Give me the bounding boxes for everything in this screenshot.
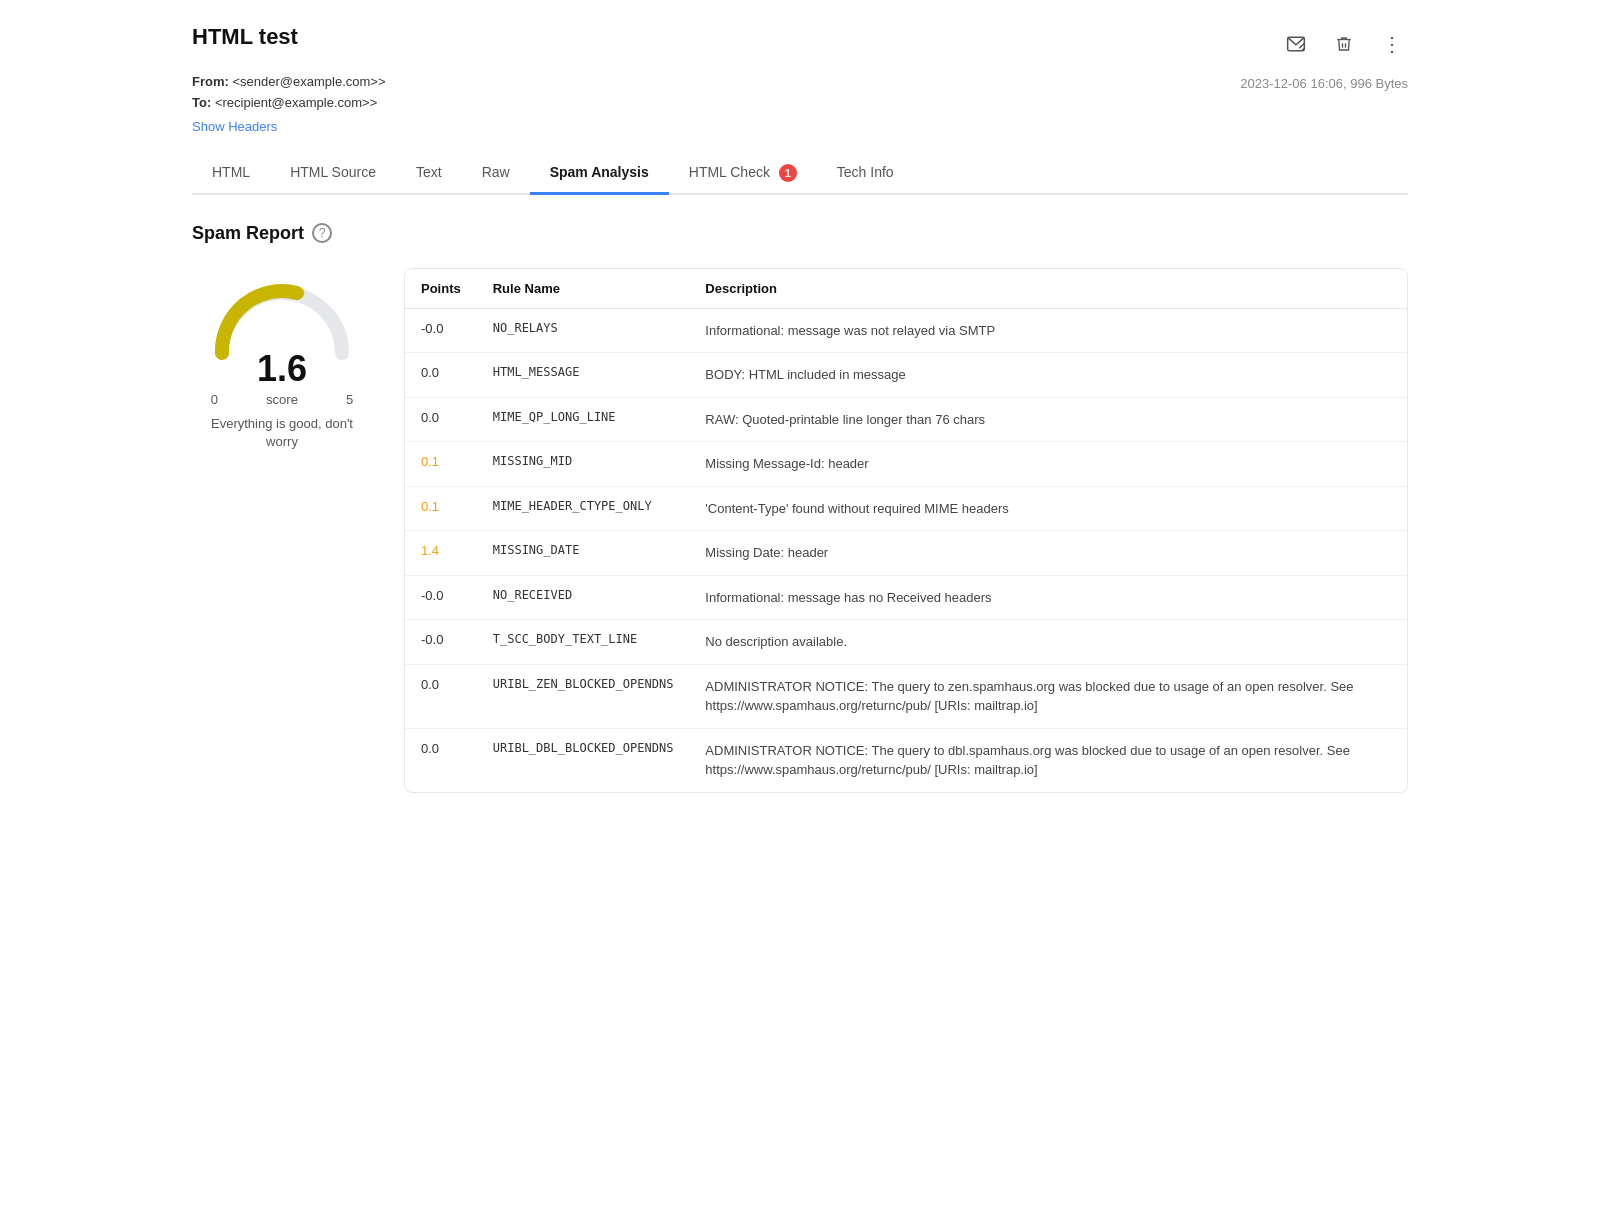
cell-points: 0.0: [405, 664, 477, 728]
delete-icon: [1335, 34, 1353, 54]
cell-description: ADMINISTRATOR NOTICE: The query to zen.s…: [689, 664, 1407, 728]
content: 1.6 0 score 5 Everything is good, don't …: [192, 268, 1408, 793]
table-row: 0.0MIME_QP_LONG_LINERAW: Quoted-printabl…: [405, 397, 1407, 442]
help-icon[interactable]: ?: [312, 223, 332, 243]
spam-table-wrapper: Points Rule Name Description -0.0NO_RELA…: [404, 268, 1408, 793]
cell-description: 'Content-Type' found without required MI…: [689, 486, 1407, 531]
to-label: To:: [192, 95, 211, 110]
cell-rule: MISSING_MID: [477, 442, 690, 487]
gauge-score-value: 1.6: [211, 348, 353, 390]
cell-rule: MISSING_DATE: [477, 531, 690, 576]
cell-points: 0.0: [405, 728, 477, 792]
cell-rule: NO_RELAYS: [477, 308, 690, 353]
cell-points: -0.0: [405, 575, 477, 620]
tab-html-check[interactable]: HTML Check 1: [669, 154, 817, 195]
cell-points: 0.1: [405, 486, 477, 531]
tabs: HTML HTML Source Text Raw Spam Analysis …: [192, 154, 1408, 195]
cell-rule: MIME_QP_LONG_LINE: [477, 397, 690, 442]
cell-description: No description available.: [689, 620, 1407, 665]
cell-rule: HTML_MESSAGE: [477, 353, 690, 398]
cell-description: Missing Date: header: [689, 531, 1407, 576]
table-row: -0.0NO_RELAYSInformational: message was …: [405, 308, 1407, 353]
table-header-row: Points Rule Name Description: [405, 269, 1407, 309]
col-points: Points: [405, 269, 477, 309]
delete-button[interactable]: [1328, 28, 1360, 60]
tab-tech-info[interactable]: Tech Info: [817, 154, 914, 195]
tab-raw[interactable]: Raw: [462, 154, 530, 195]
tab-html-source[interactable]: HTML Source: [270, 154, 396, 195]
more-button[interactable]: ⋮: [1376, 28, 1408, 60]
more-icon: ⋮: [1382, 32, 1402, 56]
gauge-max: 5: [346, 392, 353, 407]
gauge-labels: 0 score 5: [211, 392, 353, 407]
gauge-score-label: score: [266, 392, 298, 407]
cell-points: 0.0: [405, 353, 477, 398]
cell-description: BODY: HTML included in message: [689, 353, 1407, 398]
date-size: 2023-12-06 16:06, 996 Bytes: [1240, 76, 1408, 91]
from-label: From:: [192, 74, 229, 89]
email-icon: [1286, 34, 1306, 54]
from-value: <sender@example.com>>: [232, 74, 385, 89]
spam-report-header: Spam Report ?: [192, 223, 1408, 244]
tab-text[interactable]: Text: [396, 154, 462, 195]
cell-points: -0.0: [405, 620, 477, 665]
cell-rule: MIME_HEADER_CTYPE_ONLY: [477, 486, 690, 531]
show-headers-button[interactable]: Show Headers: [192, 119, 277, 134]
email-button[interactable]: [1280, 28, 1312, 60]
from-line: From: <sender@example.com>>: [192, 72, 386, 93]
cell-rule: T_SCC_BODY_TEXT_LINE: [477, 620, 690, 665]
html-check-badge: 1: [779, 164, 797, 182]
cell-points: 1.4: [405, 531, 477, 576]
page-title: HTML test: [192, 24, 298, 50]
table-row: 0.0URIBL_DBL_BLOCKED_OPENDNSADMINISTRATO…: [405, 728, 1407, 792]
meta: From: <sender@example.com>> To: <recipie…: [192, 72, 1408, 114]
cell-description: Informational: message has no Received h…: [689, 575, 1407, 620]
to-value: <recipient@example.com>>: [215, 95, 377, 110]
cell-points: -0.0: [405, 308, 477, 353]
gauge-message: Everything is good, don't worry: [202, 415, 362, 451]
table-row: -0.0T_SCC_BODY_TEXT_LINENo description a…: [405, 620, 1407, 665]
cell-description: Informational: message was not relayed v…: [689, 308, 1407, 353]
meta-left: From: <sender@example.com>> To: <recipie…: [192, 72, 386, 114]
col-description: Description: [689, 269, 1407, 309]
cell-points: 0.1: [405, 442, 477, 487]
table-row: 0.1MISSING_MIDMissing Message-Id: header: [405, 442, 1407, 487]
tab-html[interactable]: HTML: [192, 154, 270, 195]
gauge-container: 1.6 0 score 5 Everything is good, don't …: [192, 268, 372, 451]
spam-report-title: Spam Report: [192, 223, 304, 244]
cell-points: 0.0: [405, 397, 477, 442]
spam-table: Points Rule Name Description -0.0NO_RELA…: [405, 269, 1407, 792]
cell-description: ADMINISTRATOR NOTICE: The query to dbl.s…: [689, 728, 1407, 792]
to-line: To: <recipient@example.com>>: [192, 93, 386, 114]
table-row: 0.0URIBL_ZEN_BLOCKED_OPENDNSADMINISTRATO…: [405, 664, 1407, 728]
tab-spam-analysis[interactable]: Spam Analysis: [530, 154, 669, 195]
cell-rule: URIBL_DBL_BLOCKED_OPENDNS: [477, 728, 690, 792]
table-row: 0.1MIME_HEADER_CTYPE_ONLY'Content-Type' …: [405, 486, 1407, 531]
gauge-min: 0: [211, 392, 218, 407]
table-row: -0.0NO_RECEIVEDInformational: message ha…: [405, 575, 1407, 620]
cell-rule: NO_RECEIVED: [477, 575, 690, 620]
table-row: 0.0HTML_MESSAGEBODY: HTML included in me…: [405, 353, 1407, 398]
table-row: 1.4MISSING_DATEMissing Date: header: [405, 531, 1407, 576]
col-rule-name: Rule Name: [477, 269, 690, 309]
cell-rule: URIBL_ZEN_BLOCKED_OPENDNS: [477, 664, 690, 728]
header-actions: ⋮: [1280, 28, 1408, 60]
cell-description: RAW: Quoted-printable line longer than 7…: [689, 397, 1407, 442]
cell-description: Missing Message-Id: header: [689, 442, 1407, 487]
